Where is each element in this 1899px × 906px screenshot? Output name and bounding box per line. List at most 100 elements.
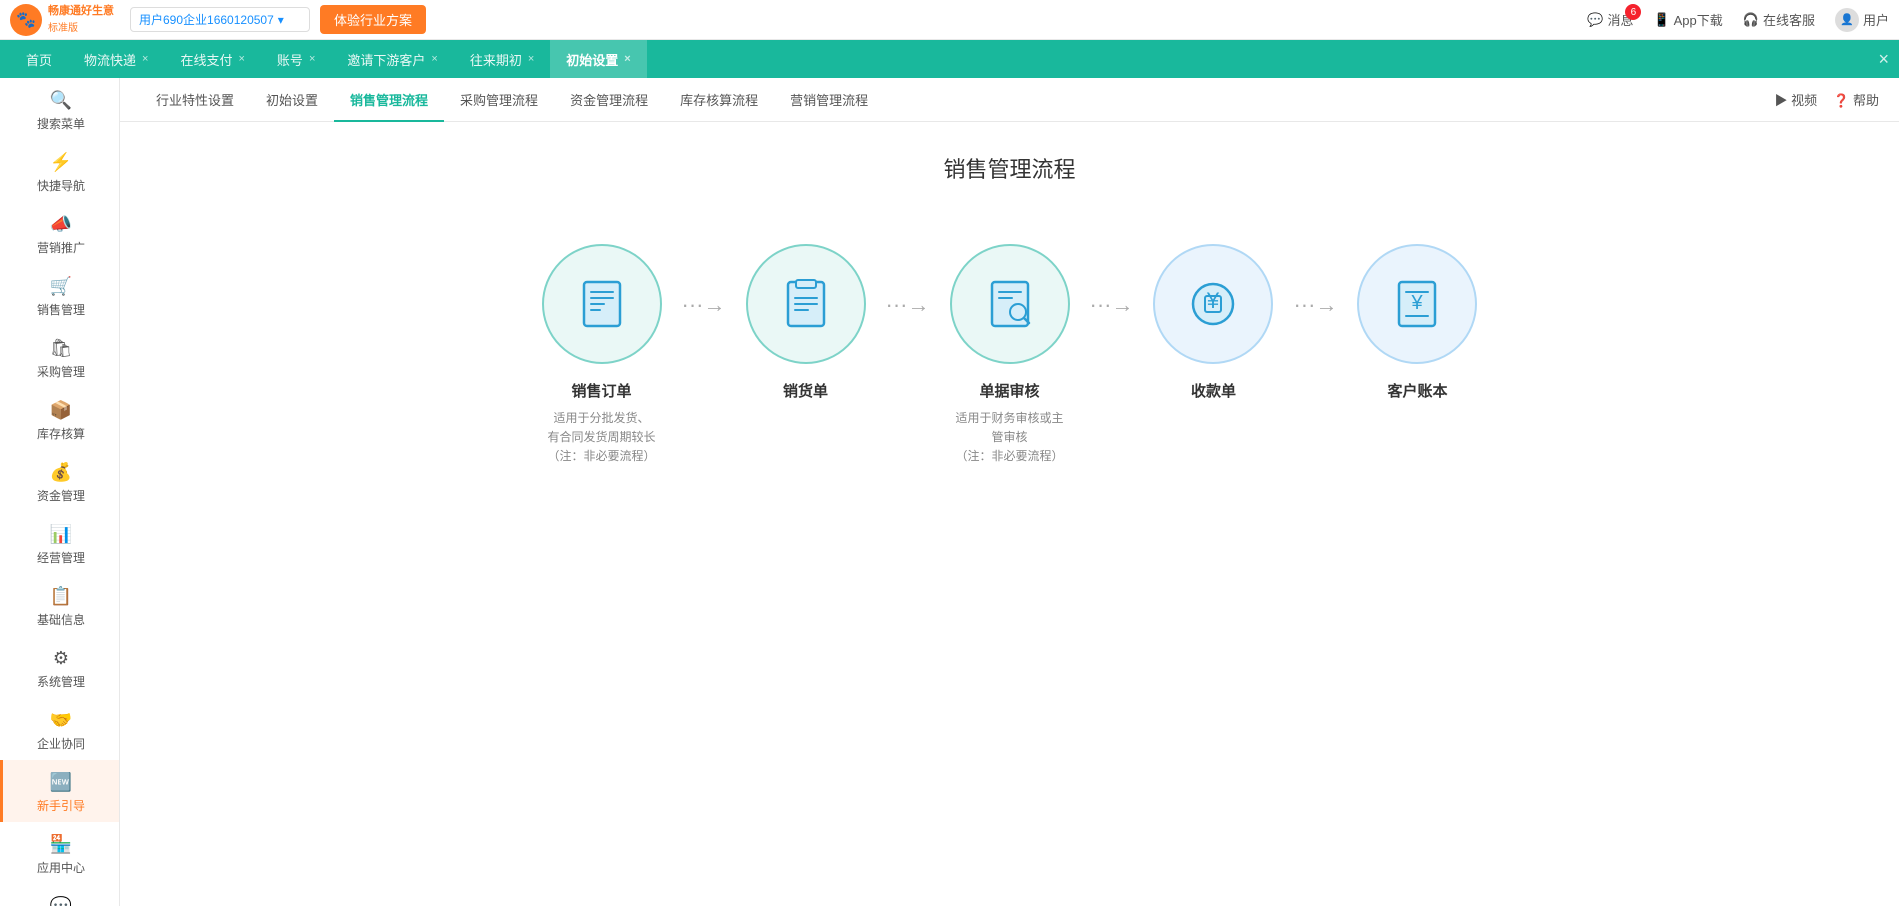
sidebar-item-search[interactable]: 🔍 搜索菜单 [0,78,119,140]
flow-item-doc-review: 单据审核 适用于财务审核或主管审核（注：非必要流程） [920,244,1100,467]
help-label: 帮助 [1853,93,1879,108]
sidebar-item-inventory[interactable]: 📦 库存核算 [0,388,119,450]
gear-icon: ⚙ [53,648,69,669]
flow-circle-doc-review [950,244,1070,364]
download-icon: 📱 [1653,12,1669,28]
sidebar-label-purchase: 采购管理 [37,363,85,380]
logo-line1: 畅康通好生意 [48,5,114,18]
app-download-label: App下载 [1674,10,1723,29]
megaphone-icon: 📣 [50,214,72,235]
handshake-icon: 🤝 [50,710,72,731]
new-icon: 🆕 [50,772,72,793]
avatar: 👤 [1835,8,1859,32]
online-service-label: 在线客服 [1763,10,1815,29]
close-all-tabs-button[interactable]: × [1878,49,1889,70]
tab-logistics[interactable]: 物流快递 × [68,40,164,78]
svg-text:¥: ¥ [1206,288,1220,313]
trial-button[interactable]: 体验行业方案 [320,5,426,34]
sidebar-item-marketing[interactable]: 📣 营销推广 [0,202,119,264]
flow-title-doc-review: 单据审核 [979,380,1039,401]
lightning-icon: ⚡ [50,152,72,173]
main-layout: 🔍 搜索菜单 ⚡ 快捷导航 📣 营销推广 🛒 销售管理 🛍 采购管理 📦 库存核… [0,78,1899,906]
tab-payment-label: 在线支付 [180,50,232,69]
sidebar-item-wechat[interactable]: 💬 企业微信 [0,884,119,906]
logo-area: 🐾 畅康通好生意 标准版 [10,4,130,36]
subtab-industry-label: 行业特性设置 [156,90,234,109]
close-icon[interactable]: × [624,53,630,65]
sidebar-item-system[interactable]: ⚙ 系统管理 [0,636,119,698]
flow-circle-receipt: ¥ [1153,244,1273,364]
app-download-button[interactable]: 📱 App下载 [1653,10,1722,29]
tab-home[interactable]: 首页 [10,40,68,78]
subtab-industry[interactable]: 行业特性设置 [140,78,250,122]
tab-account[interactable]: 账号 × [261,40,331,78]
subtab-inventory-flow[interactable]: 库存核算流程 [664,78,774,122]
tab-home-label: 首页 [26,50,52,69]
sidebar-label-marketing: 营销推广 [37,239,85,256]
subtab-sales-flow[interactable]: 销售管理流程 [334,78,444,122]
order-icon [574,276,630,332]
content-area: 行业特性设置 初始设置 销售管理流程 采购管理流程 资金管理流程 库存核算流程 … [120,78,1899,906]
flow-diagram: 销售订单 适用于分批发货、有合同发货周期较长（注：非必要流程） ···→ [160,244,1859,467]
close-icon[interactable]: × [431,53,437,65]
tab-payment[interactable]: 在线支付 × [164,40,260,78]
cart-icon: 🛒 [50,276,72,297]
sidebar-label-system: 系统管理 [37,673,85,690]
sidebar-item-purchase[interactable]: 🛍 采购管理 [0,326,119,388]
messages-badge: 6 [1625,4,1641,20]
sidebar-item-finance[interactable]: 💰 资金管理 [0,450,119,512]
flow-title-customer-ledger: 客户账本 [1387,380,1447,401]
sidebar-label-search: 搜索菜单 [37,115,85,132]
sidebar-item-sales[interactable]: 🛒 销售管理 [0,264,119,326]
flow-title-receipt: 收款单 [1191,380,1236,401]
page-title: 销售管理流程 [160,152,1859,184]
flow-desc-sales-order: 适用于分批发货、有合同发货周期较长（注：非必要流程） [548,409,656,467]
close-icon[interactable]: × [309,53,315,65]
help-button[interactable]: ❓ 帮助 [1833,90,1879,109]
subtab-inventory-flow-label: 库存核算流程 [680,90,758,109]
flow-circle-sales-order [542,244,662,364]
sidebar-item-basics[interactable]: 📋 基础信息 [0,574,119,636]
tab-invite[interactable]: 邀请下游客户 × [331,40,453,78]
sidebar-item-operations[interactable]: 📊 经营管理 [0,512,119,574]
logo-line2: 标准版 [48,19,114,34]
subtab-initial[interactable]: 初始设置 [250,78,334,122]
tab-account-label: 账号 [277,50,303,69]
bag-icon: 🛍 [50,338,73,359]
logo-text: 畅康通好生意 标准版 [48,5,114,33]
subtab-purchase-flow[interactable]: 采购管理流程 [444,78,554,122]
logo-icon: 🐾 [10,4,42,36]
sidebar-label-quick: 快捷导航 [37,177,85,194]
sidebar-item-newbie[interactable]: 🆕 新手引导 [0,760,119,822]
sidebar-item-appstore[interactable]: 🏪 应用中心 [0,822,119,884]
subtab-initial-label: 初始设置 [266,90,318,109]
tab-initial-period[interactable]: 往来期初 × [454,40,550,78]
sidebar-item-quick[interactable]: ⚡ 快捷导航 [0,140,119,202]
close-icon[interactable]: × [238,53,244,65]
close-icon[interactable]: × [142,53,148,65]
store-icon: 🏪 [50,834,72,855]
ledger-icon: ¥ [1389,276,1445,332]
subtab-marketing-flow[interactable]: 营销管理流程 [774,78,884,122]
top-right-area: 💬 消息 6 📱 App下载 🎧 在线客服 👤 用户 [1587,8,1889,32]
nav-tabs: 首页 物流快递 × 在线支付 × 账号 × 邀请下游客户 × 往来期初 × 初始… [0,40,1899,78]
subtab-sales-flow-label: 销售管理流程 [350,90,428,109]
tab-initial-period-label: 往来期初 [470,50,522,69]
sidebar-label-finance: 资金管理 [37,487,85,504]
user-selector[interactable]: 用户690企业1660120507 ▾ [130,7,310,32]
sidebar-label-cooperation: 企业协同 [37,735,85,752]
video-button[interactable]: ▶ 视频 [1775,90,1818,109]
message-icon: 💬 [1587,12,1603,28]
user-menu-button[interactable]: 👤 用户 [1835,8,1889,32]
close-icon[interactable]: × [528,53,534,65]
review-icon [982,276,1038,332]
flow-item-sales-order: 销售订单 适用于分批发货、有合同发货周期较长（注：非必要流程） [512,244,692,467]
online-service-button[interactable]: 🎧 在线客服 [1743,10,1815,29]
subtab-finance-flow[interactable]: 资金管理流程 [554,78,664,122]
delivery-icon [778,276,834,332]
messages-button[interactable]: 💬 消息 6 [1587,10,1633,29]
tab-initial-setup[interactable]: 初始设置 × [550,40,646,78]
flow-item-customer-ledger: ¥ 客户账本 [1327,244,1507,409]
sidebar-item-cooperation[interactable]: 🤝 企业协同 [0,698,119,760]
flow-circle-sales-delivery [746,244,866,364]
